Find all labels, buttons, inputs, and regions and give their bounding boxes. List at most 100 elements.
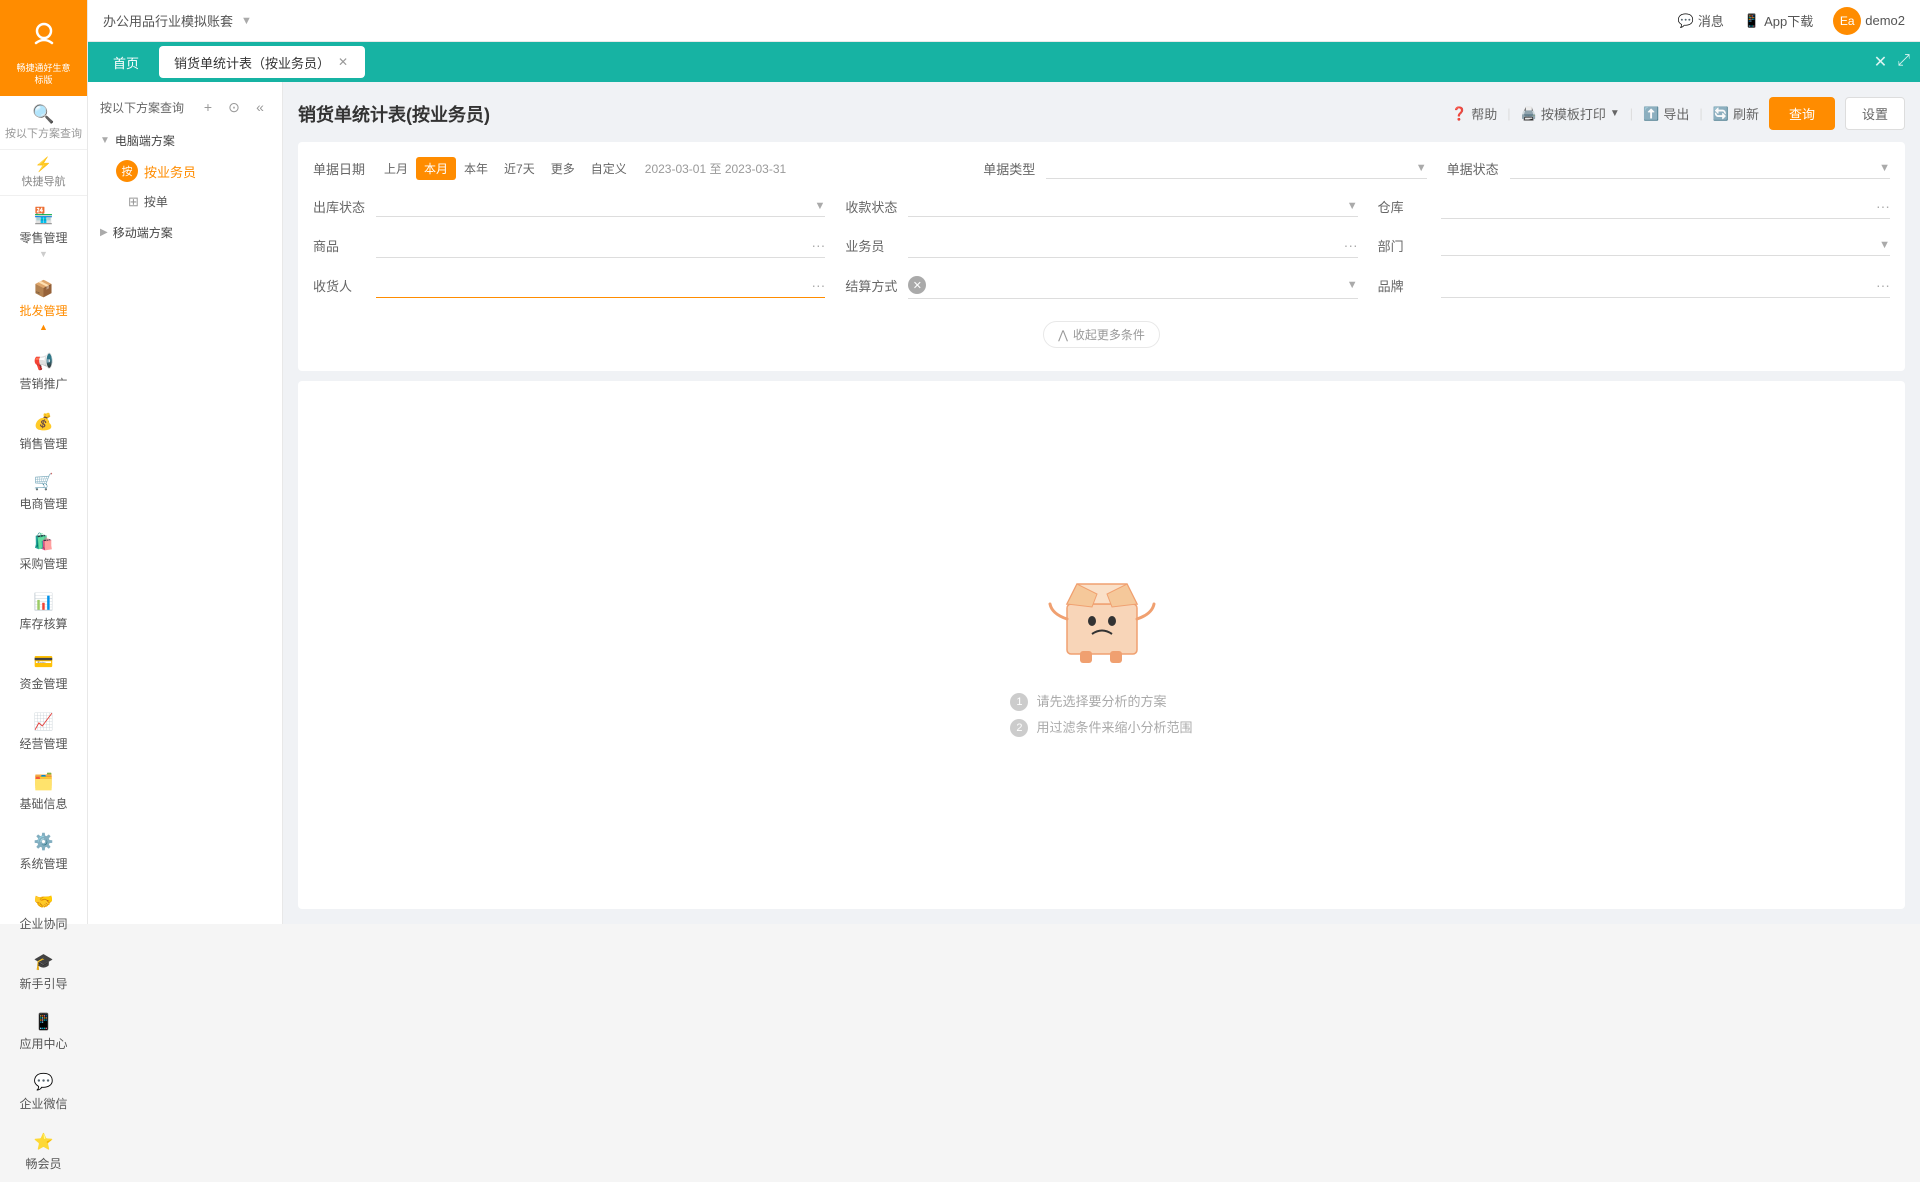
app-logo[interactable]: 畅捷通好生意 标版 xyxy=(0,0,87,96)
left-panel-header: 按以下方案查询 + ⊙ « xyxy=(88,92,282,125)
operation-label: 经营管理 xyxy=(19,735,67,752)
date-tab-last-7[interactable]: 近7天 xyxy=(496,157,543,180)
add-scheme-btn[interactable]: + xyxy=(198,97,218,117)
sidebar-item-operation[interactable]: 📈 经营管理 xyxy=(0,702,87,762)
scheme-item-by-staff[interactable]: 按 按业务员 xyxy=(88,154,282,188)
setting-btn[interactable]: 设置 xyxy=(1845,97,1905,130)
page-title: 销货单统计表(按业务员) xyxy=(298,101,490,127)
sidebar-item-system[interactable]: ⚙️ 系统管理 xyxy=(0,822,87,882)
warehouse-label: 仓库 xyxy=(1378,197,1433,216)
scheme-actions: + ⊙ « xyxy=(198,97,270,117)
desktop-scheme-group[interactable]: ▼ 电脑端方案 xyxy=(88,127,282,154)
wechat-icon: 💬 xyxy=(34,1072,54,1092)
help-btn[interactable]: ❓ 帮助 xyxy=(1451,104,1497,123)
filter-date: 单据日期 上月 本月 本年 近7天 更多 自定义 2023-03-01 至 20… xyxy=(313,157,963,180)
tab-close-icon[interactable]: ✕ xyxy=(336,55,350,69)
ecom-label: 电商管理 xyxy=(19,495,67,512)
wholesale-label: 批发管理 xyxy=(19,302,67,319)
tip-num-1: 1 xyxy=(1010,693,1028,711)
company-name[interactable]: 办公用品行业模拟账套 xyxy=(103,11,233,30)
edit-scheme-btn[interactable]: ⊙ xyxy=(224,97,244,117)
date-tab-this-year[interactable]: 本年 xyxy=(456,157,496,180)
sales-stat-label: 销货单统计表（按业务员） xyxy=(174,53,330,72)
collapse-up-icon: ⋀ xyxy=(1058,328,1068,342)
sidebar-item-member[interactable]: ⭐ 畅会员 xyxy=(0,1122,87,1182)
sidebar-item-basic[interactable]: 🗂️ 基础信息 xyxy=(0,762,87,822)
sidebar-item-wechat[interactable]: 💬 企业微信 xyxy=(0,1062,87,1122)
user-menu[interactable]: Ea demo2 xyxy=(1833,7,1905,35)
warehouse-input[interactable]: ··· xyxy=(1441,194,1890,219)
collapse-panel-btn[interactable]: « xyxy=(250,97,270,117)
date-tab-custom[interactable]: 自定义 xyxy=(583,157,635,180)
date-tab-this-month[interactable]: 本月 xyxy=(416,157,456,180)
sidebar-item-inventory[interactable]: 📊 库存核算 xyxy=(0,582,87,642)
payment-clear-btn[interactable]: ✕ xyxy=(908,276,926,294)
dept-arrow-icon: ▼ xyxy=(1879,239,1890,251)
receipt-status-arrow-icon: ▼ xyxy=(1347,200,1358,212)
collapse-conditions-btn[interactable]: ⋀ 收起更多条件 xyxy=(1043,321,1160,348)
sub-scheme-item-by-order[interactable]: ⊞ 按单 xyxy=(88,188,282,215)
message-btn[interactable]: 💬 消息 xyxy=(1678,11,1724,30)
goods-label: 商品 xyxy=(313,236,368,255)
sidebar-search[interactable]: 🔍 按以下方案查询 xyxy=(0,96,87,150)
goods-input[interactable]: ··· xyxy=(376,233,825,258)
retail-icon: 🏪 xyxy=(34,206,54,226)
payment-select[interactable]: ✕ ▼ xyxy=(908,272,1357,299)
tab-close-all-icon[interactable]: ✕ xyxy=(1874,52,1887,72)
receiver-dots-icon[interactable]: ··· xyxy=(811,277,825,293)
print-btn[interactable]: 🖨️ 按模板打印 ▼ xyxy=(1521,104,1620,123)
empty-tip-2: 2 用过滤条件来缩小分析范围 xyxy=(1010,715,1192,741)
sidebar-item-newbie[interactable]: 🎓 新手引导 xyxy=(0,942,87,1002)
export-btn[interactable]: ⬆️ 导出 xyxy=(1643,104,1689,123)
empty-state: 1 请先选择要分析的方案 2 用过滤条件来缩小分析范围 xyxy=(298,381,1905,909)
out-status-arrow-icon: ▼ xyxy=(814,200,825,212)
collapse-label: 收起更多条件 xyxy=(1073,326,1145,343)
staff-input[interactable]: ··· xyxy=(908,233,1357,258)
sidebar-item-enterprise[interactable]: 🤝 企业协同 xyxy=(0,882,87,942)
brand-input[interactable]: ··· xyxy=(1441,273,1890,298)
tab-expand-icon[interactable]: ⤢ xyxy=(1897,52,1910,72)
refresh-btn[interactable]: 🔄 刷新 xyxy=(1713,104,1759,123)
dropdown-arrow-icon[interactable]: ▼ xyxy=(241,15,252,27)
quick-nav[interactable]: ⚡ 快捷导航 xyxy=(0,150,87,196)
mobile-scheme-group[interactable]: ▶ 移动端方案 xyxy=(88,219,282,246)
wechat-label: 企业微信 xyxy=(19,1095,67,1112)
export-icon: ⬆️ xyxy=(1643,106,1659,122)
filter-dept: 部门 ▼ xyxy=(1378,235,1890,256)
mobile-scheme-section: ▶ 移动端方案 xyxy=(88,217,282,248)
filter-row-3: 商品 ··· 业务员 ··· 部门 xyxy=(313,233,1890,258)
ecom-icon: 🛒 xyxy=(34,472,54,492)
sidebar-item-marketing[interactable]: 📢 营销推广 xyxy=(0,342,87,402)
receiver-input[interactable]: ··· xyxy=(376,273,825,298)
sidebar-item-purchase[interactable]: 🛍️ 采购管理 xyxy=(0,522,87,582)
sidebar-item-finance[interactable]: 💳 资金管理 xyxy=(0,642,87,702)
app-download-btn[interactable]: 📱 App下载 xyxy=(1744,11,1813,30)
sidebar-item-ecom[interactable]: 🛒 电商管理 xyxy=(0,462,87,522)
tab-sales-stat[interactable]: 销货单统计表（按业务员） ✕ xyxy=(159,46,365,78)
receipt-status-select[interactable]: ▼ xyxy=(908,196,1357,217)
brand-dots-icon[interactable]: ··· xyxy=(1876,277,1890,293)
appstore-icon: 📱 xyxy=(34,1012,54,1032)
staff-dots-icon[interactable]: ··· xyxy=(1344,237,1358,253)
wholesale-icon: 📦 xyxy=(34,279,54,299)
dept-select[interactable]: ▼ xyxy=(1441,235,1890,256)
sidebar-item-wholesale[interactable]: 📦 批发管理 ▲ xyxy=(0,269,87,342)
tabbar-controls: ✕ ⤢ xyxy=(1874,52,1910,72)
sidebar-item-sales[interactable]: 💰 销售管理 xyxy=(0,402,87,462)
date-tab-last-month[interactable]: 上月 xyxy=(376,157,416,180)
filter-staff: 业务员 ··· xyxy=(845,233,1357,258)
desktop-label: 电脑端方案 xyxy=(115,132,175,149)
brand-label: 品牌 xyxy=(1378,276,1433,295)
doc-type-select[interactable]: ▼ xyxy=(1046,158,1426,179)
sidebar-item-retail[interactable]: 🏪 零售管理 ▼ xyxy=(0,196,87,269)
date-tab-more[interactable]: 更多 xyxy=(543,157,583,180)
warehouse-dots-icon[interactable]: ··· xyxy=(1876,198,1890,214)
sidebar: 畅捷通好生意 标版 🔍 按以下方案查询 ⚡ 快捷导航 🏪 零售管理 ▼ 📦 批发… xyxy=(0,0,88,924)
goods-dots-icon[interactable]: ··· xyxy=(811,237,825,253)
query-btn[interactable]: 查询 xyxy=(1769,97,1835,130)
out-status-select[interactable]: ▼ xyxy=(376,196,825,217)
doc-status-select[interactable]: ▼ xyxy=(1510,158,1890,179)
tab-home[interactable]: 首页 xyxy=(98,46,154,78)
sidebar-item-appstore[interactable]: 📱 应用中心 xyxy=(0,1002,87,1062)
tip-text-2: 用过滤条件来缩小分析范围 xyxy=(1036,715,1192,741)
